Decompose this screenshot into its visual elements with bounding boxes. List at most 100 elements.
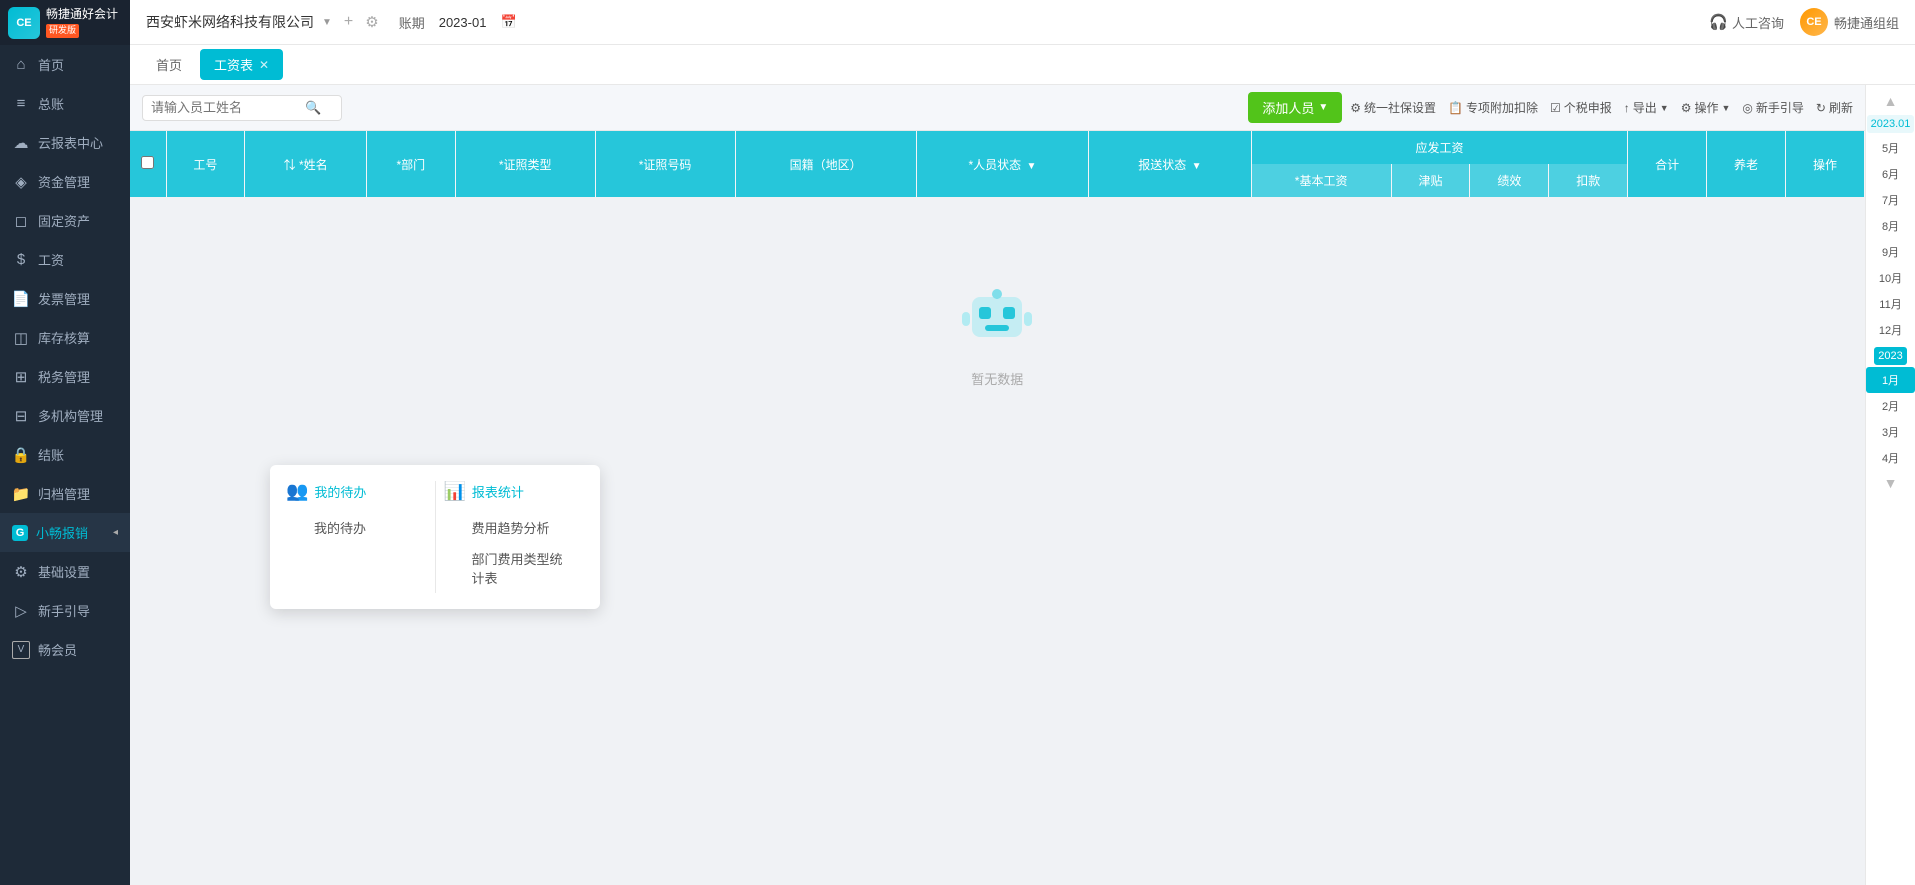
th-pension: 养老: [1707, 131, 1786, 197]
th-person-status: *人员状态 ▼: [916, 131, 1088, 197]
sidebar-item-member[interactable]: V 畅会员: [0, 630, 130, 669]
sidebar-item-salary[interactable]: $ 工资: [0, 240, 130, 279]
table-header-row1: 工号 ⇅ *姓名 *部门 *证照类型 *证照号码 国籍（地区） *人员状态 ▼ …: [130, 131, 1865, 164]
guide2-icon: ◎: [1742, 101, 1752, 115]
topbar: 西安虾米网络科技有限公司 ▼ + ⚙ 账期 2023-01 📅 🎧 人工咨询 C…: [130, 0, 1915, 45]
logo-icon: CE: [8, 7, 40, 39]
assets-icon: ◻: [12, 212, 30, 230]
th-name: ⇅ *姓名: [245, 131, 367, 197]
add-company-btn[interactable]: +: [344, 13, 353, 31]
company-dropdown-icon[interactable]: ▼: [322, 17, 332, 28]
refresh-btn[interactable]: ↻ 刷新: [1816, 99, 1853, 116]
table-body: 暂无数据: [130, 197, 1865, 468]
timeline-month-4[interactable]: 4月: [1866, 445, 1915, 471]
no-data-area: 暂无数据: [130, 197, 1865, 468]
th-number: 工号: [166, 131, 245, 197]
sidebar-item-basic[interactable]: ⚙ 基础设置: [0, 552, 130, 591]
sidebar-item-invoice[interactable]: 📄 发票管理: [0, 279, 130, 318]
timeline-month-7[interactable]: 7月: [1866, 187, 1915, 213]
timeline-month-3[interactable]: 3月: [1866, 419, 1915, 445]
add-person-button[interactable]: 添加人员 ▼: [1248, 92, 1342, 123]
topbar-right: 🎧 人工咨询 CE 畅捷通组组: [1709, 8, 1899, 36]
timeline-month-1[interactable]: 1月: [1866, 367, 1915, 393]
personal-tax-icon: ☑: [1550, 101, 1561, 115]
logo-badge: 研发版: [46, 24, 79, 38]
timeline-month-5[interactable]: 5月: [1866, 135, 1915, 161]
operation-btn[interactable]: ⚙ 操作 ▼: [1681, 99, 1731, 116]
th-nation: 国籍（地区）: [735, 131, 916, 197]
search-input[interactable]: [151, 100, 301, 115]
settings-icon[interactable]: ⚙: [365, 13, 378, 31]
timeline-month-12[interactable]: 12月: [1866, 317, 1915, 343]
expand-arrow: ◂: [113, 527, 118, 538]
period-label: 账期: [399, 13, 425, 32]
th-actions: 操作: [1785, 131, 1864, 197]
export-btn[interactable]: ↑ 导出 ▼: [1624, 99, 1669, 116]
user-area[interactable]: CE 畅捷通组组: [1800, 8, 1899, 36]
popup-item-dept-cost[interactable]: 部门费用类型统计表: [444, 543, 585, 593]
calendar-icon[interactable]: 📅: [500, 14, 516, 30]
timeline-month-9[interactable]: 9月: [1866, 239, 1915, 265]
timeline-month-6[interactable]: 6月: [1866, 161, 1915, 187]
sidebar-item-fixed-assets[interactable]: ◻ 固定资产: [0, 201, 130, 240]
personal-tax-btn[interactable]: ☑ 个税申报: [1550, 99, 1612, 116]
company-name: 西安虾米网络科技有限公司: [146, 12, 314, 32]
timeline-month-8[interactable]: 8月: [1866, 213, 1915, 239]
report-status-filter-icon[interactable]: ▼: [1192, 161, 1202, 172]
headset-icon: 🎧: [1709, 13, 1728, 31]
service-btn[interactable]: 🎧 人工咨询: [1709, 13, 1784, 32]
sidebar-item-tax[interactable]: ⊞ 税务管理: [0, 357, 130, 396]
popup-col-left: 👥 我的待办 我的待办: [286, 481, 427, 593]
sidebar-item-closing[interactable]: 🔒 结账: [0, 435, 130, 474]
search-icon: 🔍: [305, 100, 321, 116]
guide2-btn[interactable]: ◎ 新手引导: [1742, 99, 1804, 116]
sidebar-item-cloud-report[interactable]: ☁ 云报表中心: [0, 123, 130, 162]
basic-icon: ⚙: [12, 563, 30, 581]
sidebar-item-multi-org[interactable]: ⊟ 多机构管理: [0, 396, 130, 435]
home-icon: ⌂: [12, 56, 30, 74]
tabs-bar: 首页 工资表 ✕: [130, 45, 1915, 85]
social-insurance-btn[interactable]: ⚙ 统一社保设置: [1350, 99, 1436, 116]
special-deduction-btn[interactable]: 📋 专项附加扣除: [1448, 99, 1538, 116]
th-id-type: *证照类型: [455, 131, 595, 197]
no-data-row: 暂无数据: [130, 197, 1865, 468]
sidebar-item-inventory[interactable]: ◫ 库存核算: [0, 318, 130, 357]
timeline-year-2023: 2023: [1874, 347, 1906, 365]
sidebar-item-xiaochang[interactable]: G 小畅报销 ◂: [0, 513, 130, 552]
th-dept: *部门: [366, 131, 455, 197]
popup-col-right: 📊 报表统计 费用趋势分析 部门费用类型统计表: [444, 481, 585, 593]
no-data-icon: [957, 277, 1037, 357]
select-all-checkbox[interactable]: [141, 156, 154, 169]
search-wrap: 🔍: [142, 95, 342, 121]
timeline-month-2[interactable]: 2月: [1866, 393, 1915, 419]
sidebar-item-guide[interactable]: ▷ 新手引导: [0, 591, 130, 630]
th-allowance: 津贴: [1391, 164, 1470, 197]
timeline-month-11[interactable]: 11月: [1866, 291, 1915, 317]
inventory-icon: ◫: [12, 329, 30, 347]
sidebar-item-ledger[interactable]: ≡ 总账: [0, 84, 130, 123]
sidebar-item-archive[interactable]: 📁 归档管理: [0, 474, 130, 513]
popup-item-cost-trend[interactable]: 费用趋势分析: [444, 512, 585, 543]
avatar: CE: [1800, 8, 1828, 36]
tab-close-icon[interactable]: ✕: [259, 58, 269, 72]
sidebar-item-fund[interactable]: ◈ 资金管理: [0, 162, 130, 201]
person-status-filter-icon[interactable]: ▼: [1027, 161, 1037, 172]
timeline-nav-up[interactable]: ▲: [1880, 89, 1902, 113]
fund-icon: ◈: [12, 173, 30, 191]
operation-icon: ⚙: [1681, 101, 1692, 115]
toolbar-actions: ⚙ 统一社保设置 📋 专项附加扣除 ☑ 个税申报 ↑: [1350, 99, 1853, 116]
sidebar-item-home[interactable]: ⌂ 首页: [0, 45, 130, 84]
tab-home[interactable]: 首页: [142, 49, 196, 80]
timeline-month-10[interactable]: 10月: [1866, 265, 1915, 291]
period-value: 2023-01: [439, 15, 487, 30]
xiaochang-icon: G: [12, 525, 28, 541]
th-deduction: 扣款: [1549, 164, 1628, 197]
export-icon: ↑: [1624, 101, 1630, 115]
tab-salary[interactable]: 工资表 ✕: [200, 49, 283, 80]
th-base-salary: *基本工资: [1251, 164, 1391, 197]
timeline-nav-down[interactable]: ▼: [1880, 471, 1902, 495]
refresh-icon: ↻: [1816, 101, 1826, 115]
popup-item-my-todo[interactable]: 我的待办: [286, 512, 427, 543]
toolbar: 🔍 添加人员 ▼ ⚙ 统一社保设置 📋 专项附加: [130, 85, 1865, 131]
closing-icon: 🔒: [12, 446, 30, 464]
